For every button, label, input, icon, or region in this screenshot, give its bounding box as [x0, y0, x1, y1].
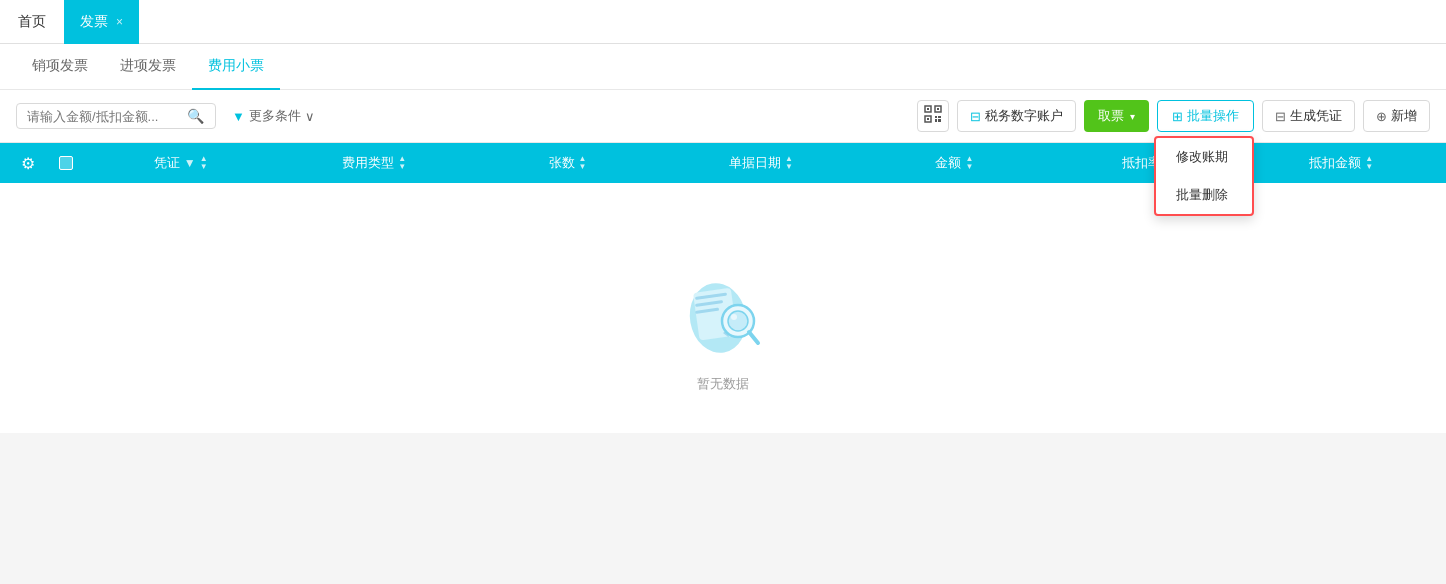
generate-icon: ⊟	[1275, 109, 1286, 124]
count-sort-icon[interactable]: ▲▼	[579, 155, 587, 171]
toolbar-left: 🔍 ▼ 更多条件 ∨	[16, 103, 323, 129]
svg-rect-5	[927, 118, 929, 120]
svg-rect-8	[935, 119, 937, 122]
svg-point-18	[731, 314, 737, 320]
batch-operations-button[interactable]: ⊞ 批量操作	[1157, 100, 1254, 132]
empty-illustration	[673, 263, 773, 363]
chevron-down-icon: ∨	[305, 109, 315, 124]
tax-account-button[interactable]: ⊟ 税务数字账户	[957, 100, 1076, 132]
search-input[interactable]	[27, 109, 187, 124]
th-count[interactable]: 张数 ▲▼	[471, 154, 664, 172]
empty-state-label: 暂无数据	[697, 375, 749, 393]
more-conditions-button[interactable]: ▼ 更多条件 ∨	[224, 103, 323, 129]
svg-rect-6	[935, 116, 937, 118]
batch-dropdown-menu: 修改账期 批量删除	[1154, 136, 1254, 216]
th-deduct-amount[interactable]: 抵扣金额 ▲▼	[1245, 154, 1438, 172]
invoice-tab[interactable]: 发票 ×	[64, 0, 139, 44]
tax-account-label: 税务数字账户	[985, 107, 1063, 125]
sub-nav-sales-invoice[interactable]: 销项发票	[16, 44, 104, 90]
generate-voucher-button[interactable]: ⊟ 生成凭证	[1262, 100, 1355, 132]
deduct-amount-sort-icon[interactable]: ▲▼	[1365, 155, 1373, 171]
th-expense-type[interactable]: 费用类型 ▲▼	[277, 154, 470, 172]
toolbar-right: ⊟ 税务数字账户 取票 ▾ ⊞ 批量操作 修改账期	[917, 100, 1430, 132]
svg-rect-3	[927, 108, 929, 110]
invoice-tab-close[interactable]: ×	[116, 15, 123, 29]
home-tab[interactable]: 首页	[0, 0, 64, 44]
add-icon: ⊕	[1376, 109, 1387, 124]
dropdown-item-batch-delete[interactable]: 批量删除	[1156, 176, 1252, 214]
svg-line-17	[749, 332, 758, 343]
settings-icon[interactable]: ⚙	[21, 154, 35, 173]
svg-rect-7	[938, 116, 941, 118]
th-voucher[interactable]: 凭证 ▼ ▲▼	[84, 154, 277, 172]
take-arrow-icon: ▾	[1130, 111, 1135, 122]
search-icon[interactable]: 🔍	[187, 108, 204, 124]
generate-voucher-label: 生成凭证	[1290, 107, 1342, 125]
batch-operations-label: 批量操作	[1187, 107, 1239, 125]
th-settings[interactable]: ⚙	[8, 154, 48, 173]
more-conditions-label: 更多条件	[249, 107, 301, 125]
filter-icon: ▼	[232, 109, 245, 124]
amount-sort-icon[interactable]: ▲▼	[965, 155, 973, 171]
empty-state: 暂无数据	[0, 183, 1446, 433]
svg-rect-9	[938, 119, 941, 122]
home-label: 首页	[18, 13, 46, 31]
voucher-filter-icon: ▼	[184, 156, 196, 170]
batch-icon: ⊞	[1172, 109, 1183, 124]
take-ticket-label: 取票	[1098, 107, 1124, 125]
date-sort-icon[interactable]: ▲▼	[785, 155, 793, 171]
dropdown-item-modify-period[interactable]: 修改账期	[1156, 138, 1252, 176]
th-amount[interactable]: 金额 ▲▼	[858, 154, 1051, 172]
svg-rect-4	[937, 108, 939, 110]
qr-button[interactable]	[917, 100, 949, 132]
search-box: 🔍	[16, 103, 216, 129]
th-date[interactable]: 单据日期 ▲▼	[664, 154, 857, 172]
voucher-sort-icon[interactable]: ▲▼	[200, 155, 208, 171]
select-all-checkbox[interactable]	[59, 156, 73, 170]
th-checkbox[interactable]	[48, 156, 84, 170]
toolbar: 🔍 ▼ 更多条件 ∨	[0, 90, 1446, 143]
invoice-tab-label: 发票	[80, 13, 108, 31]
svg-point-16	[728, 311, 748, 331]
add-button[interactable]: ⊕ 新增	[1363, 100, 1430, 132]
expense-sort-icon[interactable]: ▲▼	[398, 155, 406, 171]
sub-navigation: 销项发票 进项发票 费用小票	[0, 44, 1446, 90]
take-ticket-button[interactable]: 取票 ▾	[1084, 100, 1149, 132]
tax-icon: ⊟	[970, 109, 981, 124]
sub-nav-purchase-invoice[interactable]: 进项发票	[104, 44, 192, 90]
qr-icon	[924, 105, 942, 128]
batch-operations-wrapper: ⊞ 批量操作 修改账期 批量删除	[1157, 100, 1254, 132]
add-label: 新增	[1391, 107, 1417, 125]
sub-nav-expense-receipt[interactable]: 费用小票	[192, 44, 280, 90]
